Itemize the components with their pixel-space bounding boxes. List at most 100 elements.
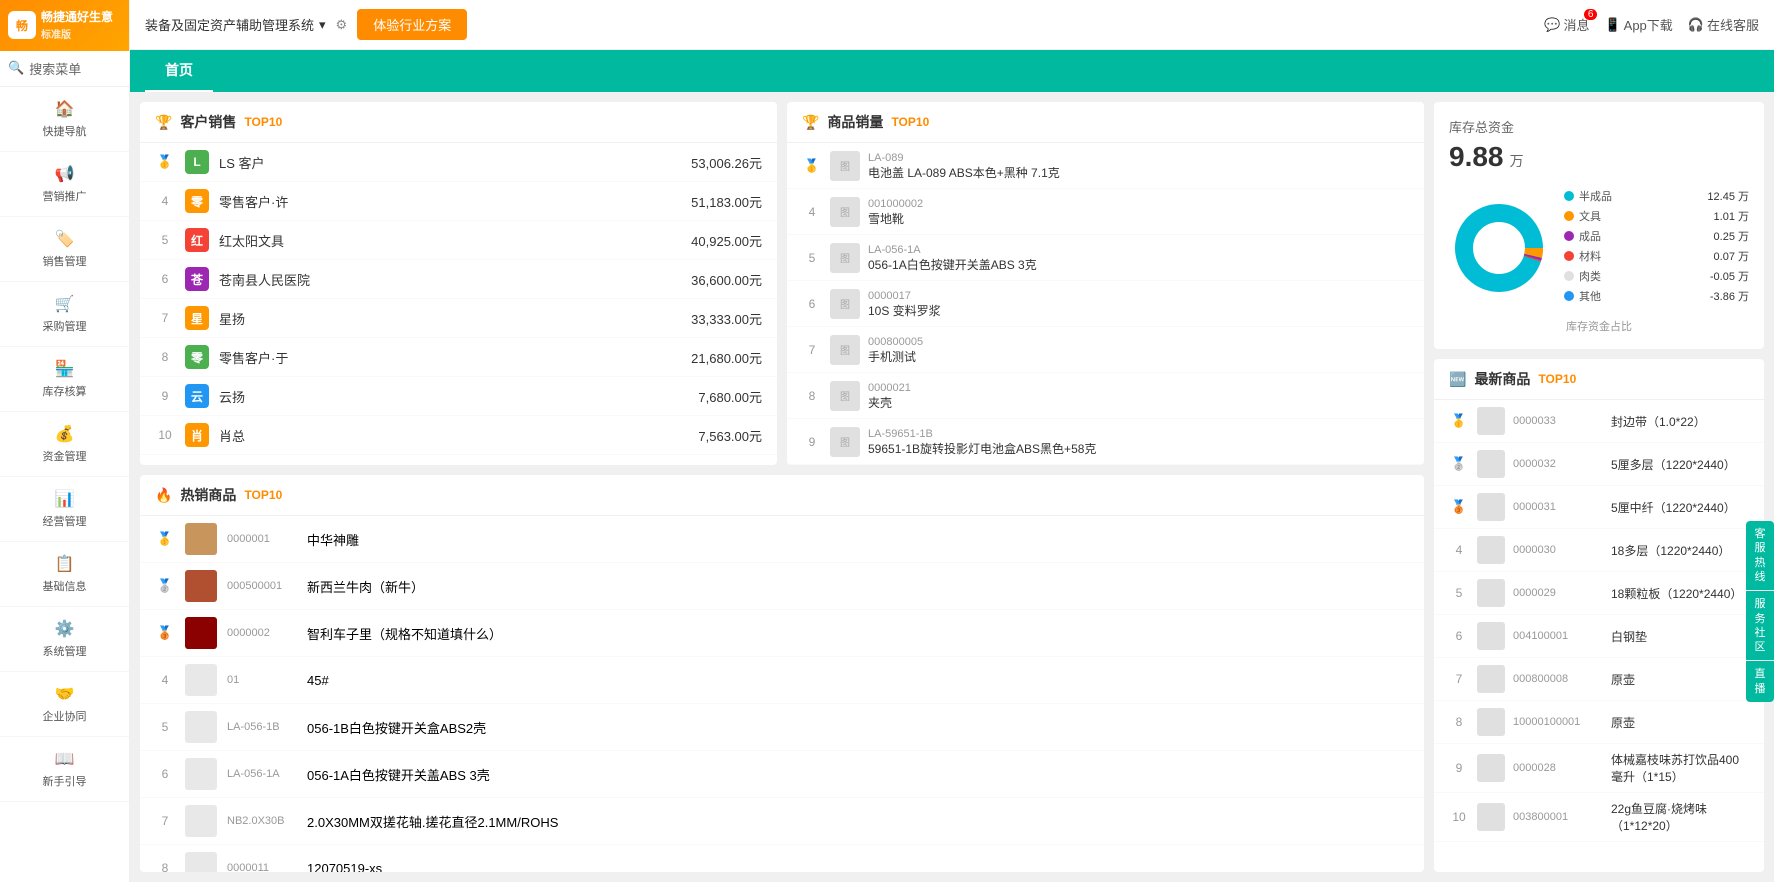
- legend-dot: [1564, 271, 1574, 281]
- sidebar-item-corp-collab[interactable]: 🤝 企业协同: [0, 672, 129, 737]
- float-btn-live[interactable]: 直播: [1746, 661, 1774, 702]
- list-item: 5 图 LA-056-1A 056-1A白色按键开关盖ABS 3克: [787, 235, 1424, 281]
- newest-img: [1477, 708, 1505, 736]
- newest-name: 22g鱼豆腐·烧烤味（1*12*20）: [1611, 800, 1749, 834]
- legend-label: 材料: [1579, 248, 1709, 264]
- donut-container: 半成品 12.45 万 文具 1.01 万 成品 0.25 万: [1449, 188, 1749, 308]
- product-code: LA-089: [868, 152, 903, 164]
- list-item: 4 0000030 18多层（1220*2440）: [1434, 529, 1764, 572]
- customer-amount: 40,925.00元: [691, 231, 762, 250]
- basic-info-icon: 📋: [55, 554, 75, 574]
- search-icon: 🔍: [8, 60, 24, 76]
- sidebar-item-inventory[interactable]: 🏪 库存核算: [0, 347, 129, 412]
- customer-tag: 零: [185, 189, 209, 213]
- product-info: LA-59651-1B 59651-1B旋转投影灯电池盒ABS黑色+58克: [868, 426, 1409, 457]
- product-top10-badge: TOP10: [891, 115, 929, 129]
- hot-product-code: LA-056-1B: [227, 721, 297, 733]
- newest-name: 白钢垫: [1611, 628, 1749, 645]
- list-item: 🥇 0000001 中华神雕: [140, 516, 1424, 563]
- chevron-down-icon: ▾: [319, 17, 326, 33]
- legend-value: 0.25 万: [1714, 228, 1749, 244]
- tab-home[interactable]: 首页: [145, 50, 213, 92]
- hot-top10-badge: TOP10: [244, 488, 282, 502]
- sidebar-item-marketing[interactable]: 📢 营销推广: [0, 152, 129, 217]
- rank-num: 4: [802, 205, 822, 219]
- app-download-action[interactable]: 📱 App下载: [1604, 15, 1672, 34]
- sidebar: 畅 畅捷通好生意 标准版 🔍 搜索菜单 🏠 快捷导航 📢 营销推广 🏷️ 销售管…: [0, 0, 130, 882]
- system-selector[interactable]: 装备及固定资产辅助管理系统 ▾: [145, 15, 326, 34]
- sidebar-item-sys-mgmt[interactable]: ⚙️ 系统管理: [0, 607, 129, 672]
- float-btn-community[interactable]: 服务社区: [1746, 591, 1774, 660]
- list-item: 🥉 0000002 智利车子里（规格不知道填什么）: [140, 610, 1424, 657]
- hot-product-img: [185, 758, 217, 790]
- newest-name: 原壶: [1611, 714, 1749, 731]
- logo-badge: 标准版: [41, 26, 113, 41]
- sidebar-item-basic-info[interactable]: 📋 基础信息: [0, 542, 129, 607]
- hot-product-name: 12070519-xs: [307, 861, 382, 873]
- top-bar-actions: 💬 消息 6 📱 App下载 🎧 在线客服: [1544, 15, 1759, 34]
- customer-tag: 苍: [185, 267, 209, 291]
- product-list: 🥇 图 LA-089 电池盖 LA-089 ABS本色+黑种 7.1克 4 图: [787, 143, 1424, 465]
- customer-tag: 星: [185, 306, 209, 330]
- inventory-icon: 🏪: [55, 359, 75, 379]
- inventory-title: 库存总资金: [1449, 117, 1749, 136]
- customer-tag: 云: [185, 384, 209, 408]
- inventory-caption: 库存资金占比: [1449, 318, 1749, 334]
- hot-product-img: [185, 523, 217, 555]
- sidebar-item-sales[interactable]: 🏷️ 销售管理: [0, 217, 129, 282]
- online-service-action[interactable]: 🎧 在线客服: [1688, 15, 1759, 34]
- newest-code: 0000029: [1513, 587, 1603, 599]
- settings-icon[interactable]: ⚙: [336, 17, 348, 33]
- rank-num: 6: [1449, 629, 1469, 643]
- sidebar-logo: 畅 畅捷通好生意 标准版: [0, 0, 129, 51]
- sidebar-item-finance[interactable]: 💰 资金管理: [0, 412, 129, 477]
- inventory-amount: 9.88 万: [1449, 141, 1749, 173]
- customer-amount: 51,183.00元: [691, 192, 762, 211]
- rank-num: 10: [1449, 810, 1469, 824]
- message-action[interactable]: 💬 消息 6: [1544, 15, 1589, 34]
- rank-num: 6: [155, 272, 175, 286]
- product-info: 000800005 手机测试: [868, 334, 1409, 365]
- list-item: 7 000800008 原壶: [1434, 658, 1764, 701]
- product-code: 001000002: [868, 198, 923, 210]
- newest-img: [1477, 450, 1505, 478]
- legend-item: 文具 1.01 万: [1564, 208, 1749, 224]
- newest-name: 5厘多层（1220*2440）: [1611, 456, 1749, 473]
- product-code: LA-59651-1B: [868, 428, 933, 440]
- product-name: 10S 变料罗浆: [868, 302, 1409, 319]
- phone-icon: 📱: [1604, 17, 1620, 33]
- customer-name: 零售客户·许: [219, 192, 681, 211]
- sidebar-item-purchase[interactable]: 🛒 采购管理: [0, 282, 129, 347]
- legend-label: 肉类: [1579, 268, 1705, 284]
- product-name: 手机测试: [868, 348, 1409, 365]
- customer-amount: 7,563.00元: [698, 426, 762, 445]
- list-item: 7 NB2.0X30B 2.0X30MM双搓花轴.搓花直径2.1MM/ROHS: [140, 798, 1424, 845]
- hot-product-img: [185, 664, 217, 696]
- rank-num: 10: [155, 428, 175, 442]
- product-info: 0000021 夹壳: [868, 380, 1409, 411]
- search-menu[interactable]: 🔍 搜索菜单: [0, 51, 129, 87]
- customer-amount: 33,333.00元: [691, 309, 762, 328]
- float-btn-service[interactable]: 客服热线: [1746, 521, 1774, 590]
- sidebar-item-quick-nav[interactable]: 🏠 快捷导航: [0, 87, 129, 152]
- customer-name: LS 客户: [219, 153, 681, 172]
- hot-product-img: [185, 617, 217, 649]
- sidebar-item-guide[interactable]: 📖 新手引导: [0, 737, 129, 802]
- customer-amount: 7,680.00元: [698, 387, 762, 406]
- panels-container: 🏆 客户销售 TOP10 🥇 L LS 客户 53,006.26元 4: [130, 92, 1434, 882]
- rank-num: 5: [802, 251, 822, 265]
- list-item: 8 图 0000021 夹壳: [787, 373, 1424, 419]
- rank-num: 9: [802, 435, 822, 449]
- newest-code: 003800001: [1513, 811, 1603, 823]
- hot-product-name: 056-1A白色按键开关盖ABS 3壳: [307, 765, 490, 784]
- legend-value: 1.01 万: [1714, 208, 1749, 224]
- legend-label: 其他: [1579, 288, 1705, 304]
- legend-value: 0.07 万: [1714, 248, 1749, 264]
- product-img: 图: [830, 197, 860, 227]
- sidebar-item-operation[interactable]: 📊 经营管理: [0, 477, 129, 542]
- rank-num: 8: [802, 389, 822, 403]
- trial-btn[interactable]: 体验行业方案: [357, 9, 467, 40]
- rank-num: 5: [155, 233, 175, 247]
- customer-name: 红太阳文具: [219, 231, 681, 250]
- hot-product-code: LA-056-1A: [227, 768, 297, 780]
